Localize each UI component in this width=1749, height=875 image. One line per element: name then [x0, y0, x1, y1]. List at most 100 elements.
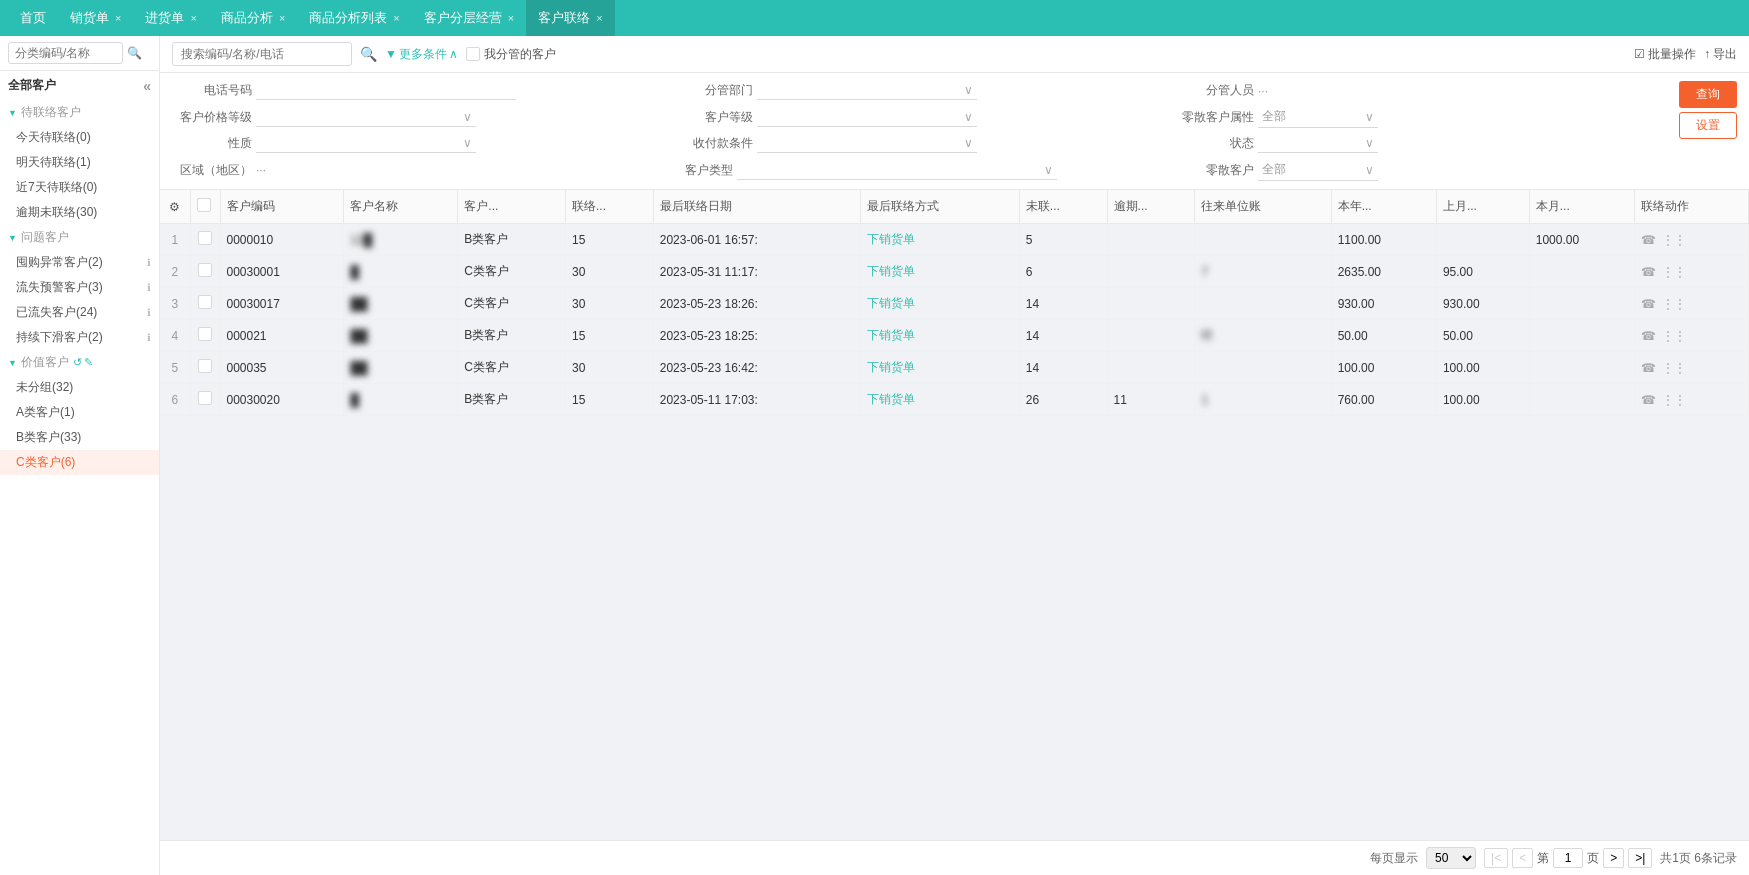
- phone-input[interactable]: [256, 81, 516, 100]
- sidebar-group-问题客户[interactable]: ▼问题客户: [0, 225, 159, 250]
- phone-action-icon[interactable]: ☎: [1641, 361, 1656, 375]
- sidebar-item-持续下滑客户(2)[interactable]: 持续下滑客户(2)ℹ: [0, 325, 159, 350]
- row-name: ██: [344, 352, 458, 384]
- row-last-contact-method[interactable]: 下销货单: [861, 288, 1020, 320]
- row-checkbox-box[interactable]: [198, 327, 212, 341]
- sidebar-item-C类客户(6)[interactable]: C类客户(6): [0, 450, 159, 475]
- all-customers-header[interactable]: 全部客户 «: [0, 71, 159, 100]
- sidebar-group-待联络客户[interactable]: ▼待联络客户: [0, 100, 159, 125]
- row-checkbox-box[interactable]: [198, 231, 212, 245]
- grid-action-icon[interactable]: ⋮⋮: [1662, 297, 1686, 311]
- close-icon[interactable]: ×: [508, 12, 514, 24]
- price-level-select[interactable]: ∨: [256, 108, 476, 127]
- nav-item-商品分析列表[interactable]: 商品分析列表×: [297, 0, 411, 36]
- row-last-contact-method[interactable]: 下销货单: [861, 352, 1020, 384]
- nature-select[interactable]: ∨: [256, 134, 476, 153]
- row-checkbox-box[interactable]: [198, 263, 212, 277]
- phone-action-icon[interactable]: ☎: [1641, 297, 1656, 311]
- nav-item-销货单[interactable]: 销货单×: [58, 0, 133, 36]
- sidebar-item-已流失客户(24)[interactable]: 已流失客户(24)ℹ: [0, 300, 159, 325]
- sidebar-item-A类客户(1)[interactable]: A类客户(1): [0, 400, 159, 425]
- sidebar-search-input[interactable]: [8, 42, 123, 64]
- row-last-contact-method[interactable]: 下销货单: [861, 320, 1020, 352]
- query-button[interactable]: 查询: [1679, 81, 1737, 108]
- row-last-contact-method[interactable]: 下销货单: [861, 224, 1020, 256]
- sidebar-group-价值客户[interactable]: ▼价值客户↺✎: [0, 350, 159, 375]
- more-conditions-btn[interactable]: ▼ 更多条件 ∧: [385, 46, 458, 63]
- sidebar-search-icon[interactable]: 🔍: [127, 46, 142, 60]
- customer-level-select[interactable]: ∨: [757, 108, 977, 127]
- row-checkbox[interactable]: [190, 256, 220, 288]
- row-checkbox-box[interactable]: [198, 295, 212, 309]
- row-name: █: [344, 256, 458, 288]
- main-search-icon[interactable]: 🔍: [360, 46, 377, 62]
- contact-method-link[interactable]: 下销货单: [867, 328, 915, 342]
- prev-page-btn[interactable]: <: [1512, 848, 1533, 868]
- close-icon[interactable]: ×: [393, 12, 399, 24]
- grid-action-icon[interactable]: ⋮⋮: [1662, 361, 1686, 375]
- retail-select[interactable]: 全部 ∨: [1258, 159, 1378, 181]
- export-btn[interactable]: ↑ 导出: [1704, 46, 1737, 63]
- nav-item-客户联络[interactable]: 客户联络×: [526, 0, 614, 36]
- nav-item-首页[interactable]: 首页: [8, 0, 58, 36]
- row-checkbox[interactable]: [190, 288, 220, 320]
- row-checkbox-box[interactable]: [198, 359, 212, 373]
- gear-icon[interactable]: ⚙: [169, 200, 180, 214]
- sidebar-item-近7天待联络(0)[interactable]: 近7天待联络(0): [0, 175, 159, 200]
- nav-item-客户分层经营[interactable]: 客户分层经营×: [412, 0, 526, 36]
- close-icon[interactable]: ×: [115, 12, 121, 24]
- row-checkbox-box[interactable]: [198, 391, 212, 405]
- my-customers-checkbox[interactable]: [466, 47, 480, 61]
- dept-select[interactable]: ∨: [757, 81, 977, 100]
- contact-method-link[interactable]: 下销货单: [867, 232, 915, 246]
- settings-button[interactable]: 设置: [1679, 112, 1737, 139]
- grid-action-icon[interactable]: ⋮⋮: [1662, 329, 1686, 343]
- batch-operation-btn[interactable]: ☑ 批量操作: [1634, 46, 1696, 63]
- last-page-btn[interactable]: >|: [1628, 848, 1652, 868]
- region-dots-btn[interactable]: ···: [256, 163, 266, 177]
- close-icon[interactable]: ×: [279, 12, 285, 24]
- nav-item-商品分析[interactable]: 商品分析×: [209, 0, 297, 36]
- status-select[interactable]: ∨: [1258, 134, 1378, 153]
- row-checkbox[interactable]: [190, 352, 220, 384]
- contact-method-link[interactable]: 下销货单: [867, 296, 915, 310]
- main-search-input[interactable]: [172, 42, 352, 66]
- page-number-input[interactable]: [1553, 848, 1583, 868]
- sidebar-item-未分组(32)[interactable]: 未分组(32): [0, 375, 159, 400]
- contact-method-link[interactable]: 下销货单: [867, 360, 915, 374]
- row-last-contact-method[interactable]: 下销货单: [861, 384, 1020, 416]
- close-icon[interactable]: ×: [190, 12, 196, 24]
- payment-select[interactable]: ∨: [757, 134, 977, 153]
- edit-icon[interactable]: ✎: [84, 356, 93, 369]
- sidebar-item-明天待联络(1)[interactable]: 明天待联络(1): [0, 150, 159, 175]
- close-icon[interactable]: ×: [596, 12, 602, 24]
- phone-action-icon[interactable]: ☎: [1641, 233, 1656, 247]
- sidebar-item-流失预警客户(3)[interactable]: 流失预警客户(3)ℹ: [0, 275, 159, 300]
- grid-action-icon[interactable]: ⋮⋮: [1662, 393, 1686, 407]
- phone-action-icon[interactable]: ☎: [1641, 393, 1656, 407]
- nav-item-进货单[interactable]: 进货单×: [133, 0, 208, 36]
- row-checkbox[interactable]: [190, 224, 220, 256]
- row-last-contact-method[interactable]: 下销货单: [861, 256, 1020, 288]
- phone-action-icon[interactable]: ☎: [1641, 329, 1656, 343]
- next-page-btn[interactable]: >: [1603, 848, 1624, 868]
- manager-dots-btn[interactable]: ···: [1258, 84, 1268, 98]
- row-checkbox[interactable]: [190, 320, 220, 352]
- grid-action-icon[interactable]: ⋮⋮: [1662, 233, 1686, 247]
- contact-method-link[interactable]: 下销货单: [867, 264, 915, 278]
- sidebar-item-B类客户(33)[interactable]: B类客户(33): [0, 425, 159, 450]
- retail-attr-select[interactable]: 全部 ∨: [1258, 106, 1378, 128]
- phone-action-icon[interactable]: ☎: [1641, 265, 1656, 279]
- first-page-btn[interactable]: |<: [1484, 848, 1508, 868]
- my-customers-checkbox-area[interactable]: 我分管的客户: [466, 46, 556, 63]
- row-checkbox[interactable]: [190, 384, 220, 416]
- sidebar-item-今天待联络(0)[interactable]: 今天待联络(0): [0, 125, 159, 150]
- sidebar-item-囤购异常客户(2)[interactable]: 囤购异常客户(2)ℹ: [0, 250, 159, 275]
- grid-action-icon[interactable]: ⋮⋮: [1662, 265, 1686, 279]
- header-checkbox[interactable]: [197, 198, 211, 212]
- contact-method-link[interactable]: 下销货单: [867, 392, 915, 406]
- refresh-icon[interactable]: ↺: [73, 356, 82, 369]
- customer-type-select[interactable]: ∨: [737, 161, 1057, 180]
- sidebar-item-逾期未联络(30)[interactable]: 逾期未联络(30): [0, 200, 159, 225]
- page-size-select[interactable]: 50 100 200: [1426, 847, 1476, 869]
